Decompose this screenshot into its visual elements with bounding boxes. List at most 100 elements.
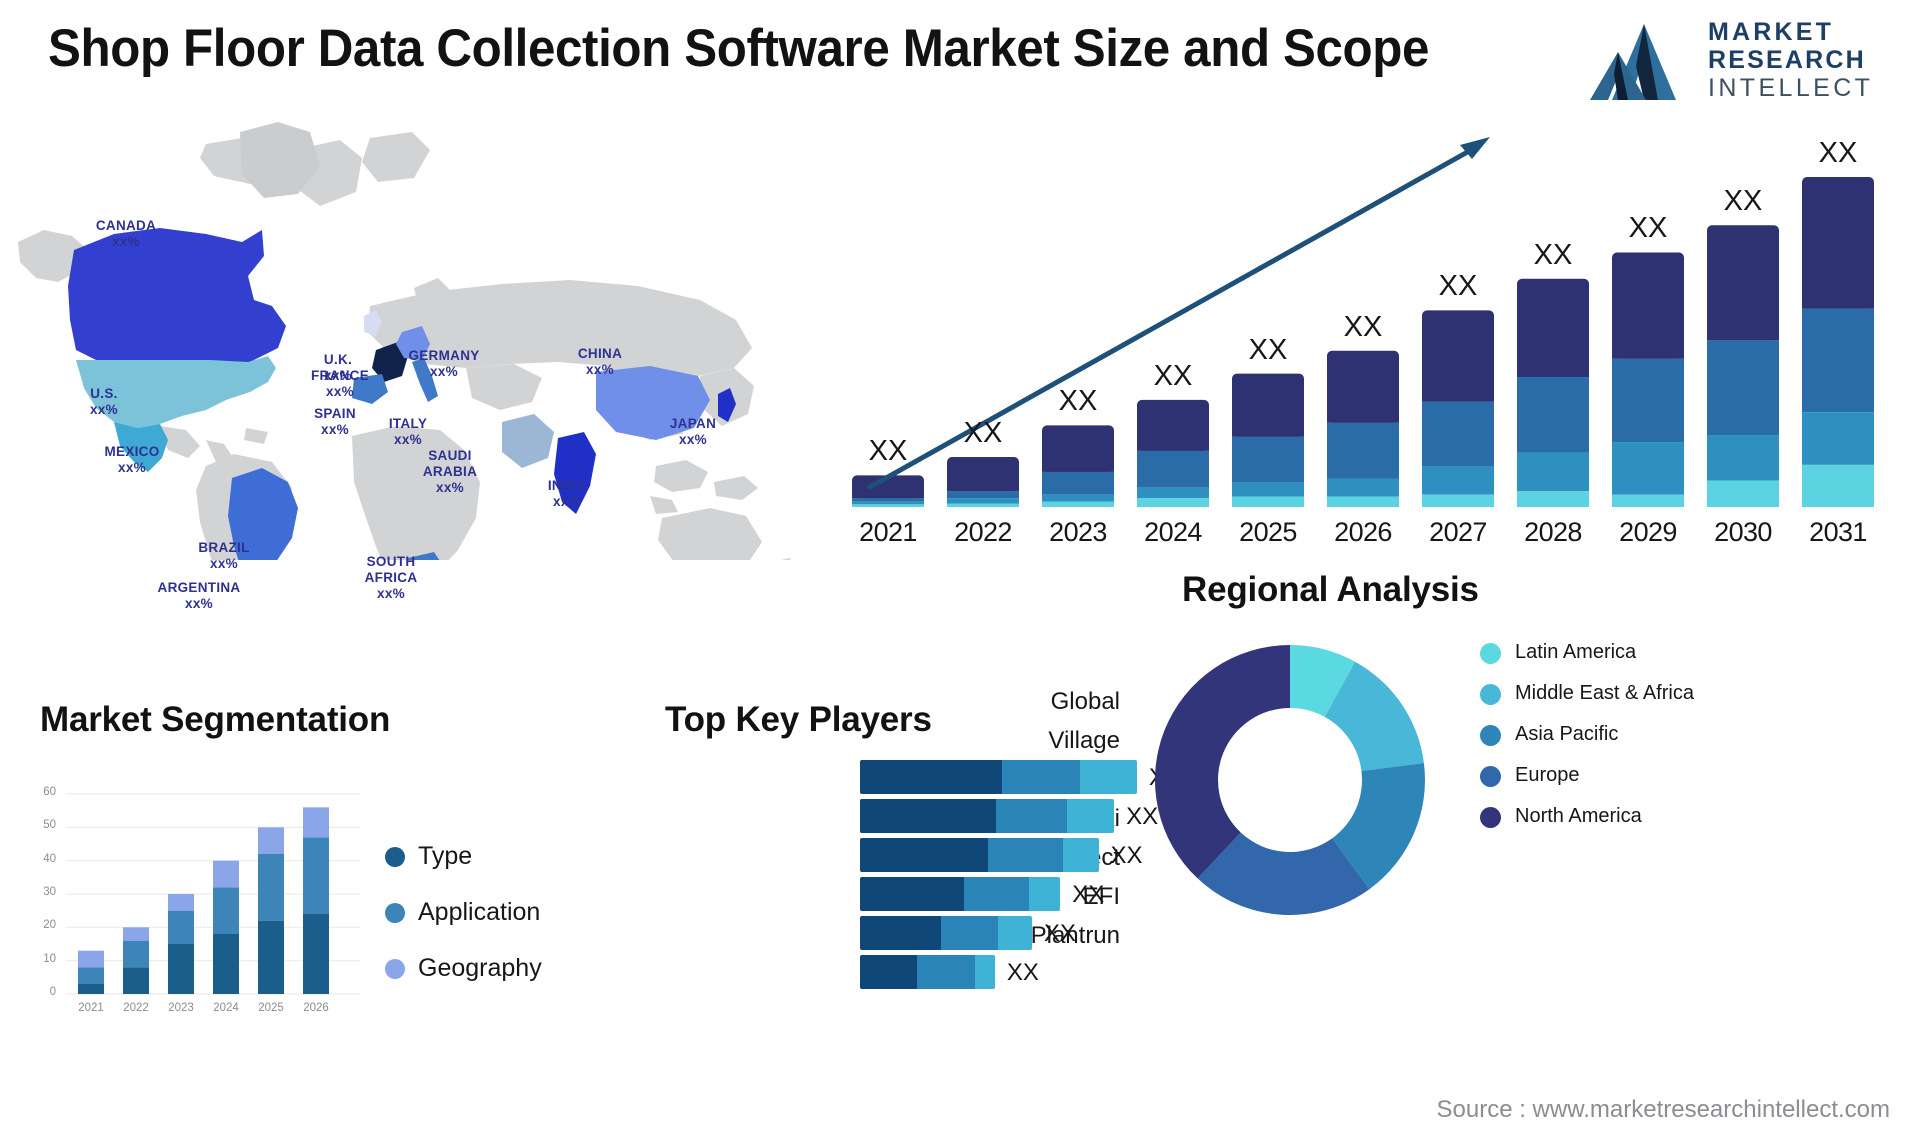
regional-legend-item: Europe (1480, 763, 1694, 787)
world-map-svg (18, 122, 791, 560)
growth-year-label: 2025 (1239, 517, 1297, 547)
growth-bar-segment (1137, 450, 1209, 488)
market-growth-chart: XX XX XX XX XX XX XX XX XX XX XX 2021 2022 2023 2024 2… (820, 115, 1915, 555)
segmentation-bar-segment (303, 914, 329, 994)
segmentation-legend-item: Type (385, 842, 542, 871)
growth-value-label: XX (868, 435, 908, 468)
map-country-name: CANADA (95, 218, 157, 233)
map-country-name: BRAZIL (198, 540, 250, 555)
growth-bar-segment (1327, 496, 1399, 507)
player-bar-segment (1028, 877, 1061, 911)
map-label-china: CHINA xx% (578, 346, 622, 378)
player-bar-segment (860, 877, 964, 911)
growth-bar-segment (1422, 310, 1494, 402)
logo-wordmark: MARKET RESEARCH INTELLECT (1708, 18, 1888, 103)
segmentation-y-tick: 20 (43, 919, 56, 932)
regional-legend-item: North America (1480, 804, 1694, 828)
player-bar-segment (1063, 838, 1099, 872)
map-country-name: INDIA (547, 478, 587, 493)
player-bar-segment (940, 916, 998, 950)
growth-bar-segment (1232, 496, 1304, 507)
segmentation-bar-segment (123, 927, 149, 941)
map-label-brazil: BRAZIL xx% (198, 540, 249, 572)
map-country-name: CHINA (577, 346, 623, 361)
growth-bar-segment (1327, 478, 1399, 497)
growth-value-label: XX (1343, 310, 1383, 343)
growth-bar-segment (1612, 442, 1684, 495)
map-country-value: xx% (394, 431, 422, 447)
legend-label: Asia Pacific (1515, 723, 1619, 745)
player-bar (860, 760, 1137, 794)
legend-color-dot (385, 958, 405, 979)
segmentation-bar-segment (168, 910, 194, 944)
player-bar-segment (963, 877, 1029, 911)
brand-logo: MARKET RESEARCH INTELLECT (1588, 14, 1888, 106)
growth-year-label: 2028 (1524, 517, 1582, 547)
growth-year-label: 2023 (1049, 517, 1107, 547)
growth-year-label: 2021 (859, 517, 917, 547)
player-bar-segment (996, 799, 1068, 833)
growth-bar-segment (852, 501, 924, 505)
growth-year-label: 2026 (1334, 517, 1392, 547)
player-value-label: XX (1110, 842, 1143, 869)
growth-year-label: 2027 (1429, 517, 1487, 547)
player-bar-segment (1002, 760, 1081, 794)
map-country-name: GERMANY (408, 348, 480, 363)
growth-value-label: XX (1723, 185, 1763, 218)
map-country-name: ARGENTINA (157, 580, 241, 595)
regional-analysis-chart: Regional Analysis Latin America Middle Ea… (1155, 560, 1920, 1146)
legend-color-dot (1480, 684, 1501, 705)
player-bar (860, 877, 1061, 911)
segmentation-bar-segment (168, 944, 194, 994)
growth-bar-segment (1042, 471, 1114, 495)
map-country-value: xx% (436, 479, 464, 495)
map-label-france: FRANCE xx% (311, 368, 369, 400)
player-value-label: XX (1043, 920, 1076, 947)
player-bar-segment (975, 955, 995, 989)
growth-bar-segment (1137, 487, 1209, 499)
segmentation-bar-segment (78, 967, 104, 984)
segmentation-bar-segment (123, 940, 149, 968)
growth-bar-segment (1517, 278, 1589, 378)
map-country-value: xx% (112, 233, 140, 249)
legend-label: Latin America (1515, 641, 1637, 663)
page-title: Shop Floor Data Collection Software Mark… (48, 19, 1430, 78)
map-country-value: xx% (210, 555, 238, 571)
segmentation-x-tick: 2023 (168, 1002, 194, 1014)
segmentation-bar-segment (168, 894, 194, 911)
segmentation-bar-segment (258, 854, 284, 921)
segmentation-x-tick: 2026 (303, 1002, 329, 1014)
growth-bar-segment (1612, 252, 1684, 359)
legend-label: North America (1515, 805, 1642, 827)
growth-value-label: XX (1153, 359, 1193, 392)
regional-donut-svg (1155, 645, 1425, 915)
segmentation-x-tick: 2025 (258, 1002, 284, 1014)
legend-color-dot (1480, 643, 1501, 664)
segmentation-bar-segment (213, 860, 239, 888)
growth-bar-segment (947, 503, 1019, 507)
growth-bar-segment (1707, 480, 1779, 507)
regional-legend-item: Latin America (1480, 640, 1694, 664)
growth-bar-segment (1707, 225, 1779, 341)
map-country-name: SAUDI ARABIA (422, 448, 478, 479)
segmentation-y-tick: 50 (43, 819, 56, 832)
growth-year-label: 2022 (954, 517, 1012, 547)
map-country-value: xx% (586, 361, 614, 377)
mountain-m-logo-icon (1590, 24, 1676, 100)
players-bar-column: XXXXXXXXXXXX (860, 700, 1181, 1130)
map-country-name: JAPAN (669, 416, 717, 431)
growth-bar-segment (1802, 464, 1874, 507)
legend-color-dot (1480, 807, 1501, 828)
player-value-label: XX (1072, 881, 1105, 908)
growth-bar-segment (1042, 501, 1114, 507)
growth-bar-segment (1042, 425, 1114, 472)
legend-color-dot (385, 846, 405, 867)
logo-line-intellect: INTELLECT (1708, 74, 1874, 102)
growth-bar-segment (1422, 401, 1494, 467)
map-label-spain: SPAIN xx% (314, 406, 356, 438)
map-country-value: xx% (118, 459, 146, 475)
infographic-page: Shop Floor Data Collection Software Mark… (0, 0, 1920, 1146)
map-country-name: ITALY (388, 416, 428, 431)
growth-value-label: XX (963, 416, 1003, 449)
growth-bar-segment (1232, 373, 1304, 437)
